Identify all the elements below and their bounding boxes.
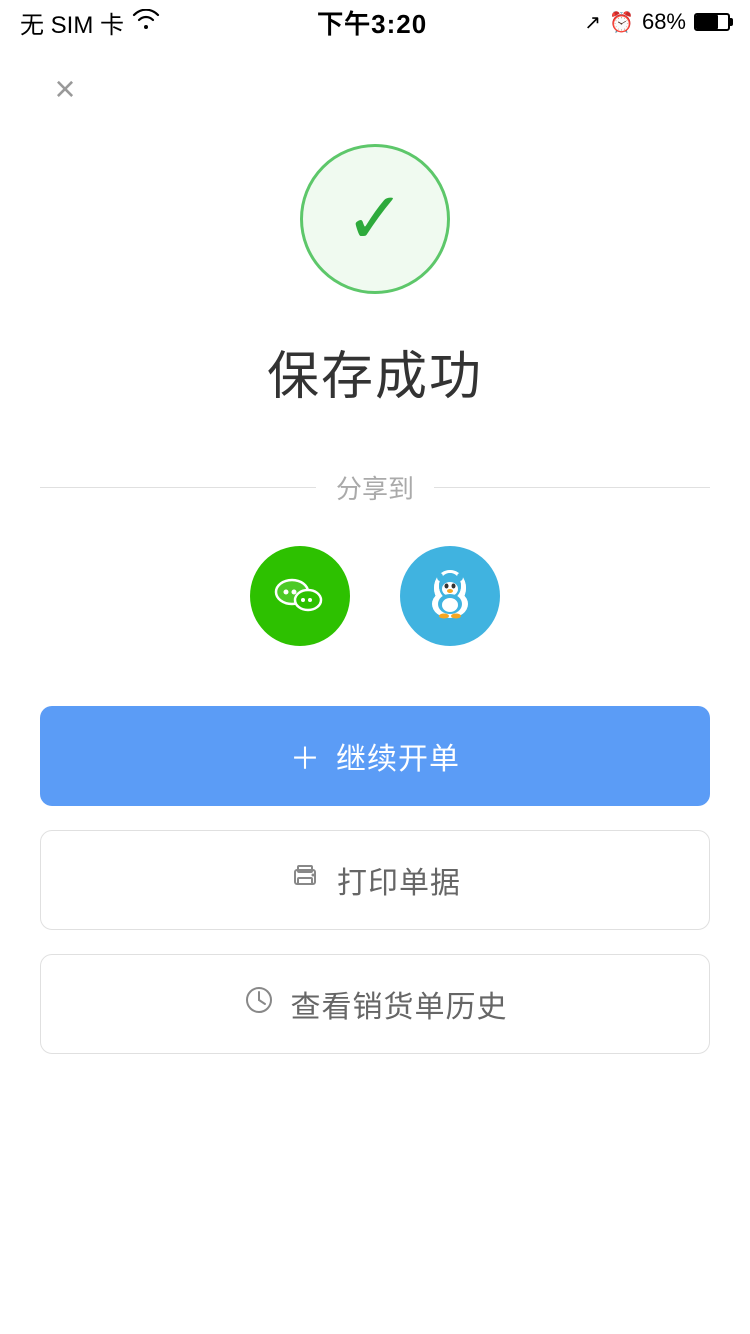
status-left: 无 SIM 卡 — [20, 5, 160, 40]
continue-button[interactable]: ＋ 继续开单 — [40, 706, 710, 806]
alarm-icon: ⏰ — [609, 10, 634, 35]
checkmark-icon: ✓ — [345, 183, 405, 255]
share-section: 分享到 — [40, 469, 710, 646]
success-title: 保存成功 — [267, 334, 483, 409]
location-icon: ↗ — [584, 10, 601, 35]
share-icons-row — [250, 546, 500, 646]
wifi-icon — [132, 8, 160, 36]
qq-share-button[interactable] — [400, 546, 500, 646]
divider-left — [40, 487, 316, 488]
clock-icon — [243, 984, 275, 1024]
plus-icon: ＋ — [290, 734, 320, 778]
share-divider: 分享到 — [40, 469, 710, 506]
success-icon-circle: ✓ — [300, 144, 450, 294]
action-buttons: ＋ 继续开单 打印单据 查看销货单历史 — [40, 706, 710, 1054]
sim-label: 无 SIM 卡 — [20, 5, 124, 40]
continue-label: 继续开单 — [336, 734, 460, 778]
share-label: 分享到 — [336, 469, 414, 506]
print-label: 打印单据 — [337, 858, 461, 902]
status-time: 下午3:20 — [317, 4, 427, 41]
history-button[interactable]: 查看销货单历史 — [40, 954, 710, 1054]
print-button[interactable]: 打印单据 — [40, 830, 710, 930]
status-right: ↗ ⏰ 68% — [584, 9, 730, 35]
qq-icon — [424, 566, 476, 626]
print-icon — [289, 860, 321, 900]
wechat-icon — [272, 574, 328, 618]
divider-right — [434, 487, 710, 488]
battery-icon — [694, 13, 730, 31]
battery-label: 68% — [642, 9, 686, 35]
main-content: × ✓ 保存成功 分享到 — [0, 44, 750, 1334]
close-icon: × — [54, 68, 75, 110]
status-bar: 无 SIM 卡 下午3:20 ↗ ⏰ 68% — [0, 0, 750, 44]
wechat-share-button[interactable] — [250, 546, 350, 646]
close-button[interactable]: × — [40, 64, 90, 114]
history-label: 查看销货单历史 — [291, 982, 508, 1026]
